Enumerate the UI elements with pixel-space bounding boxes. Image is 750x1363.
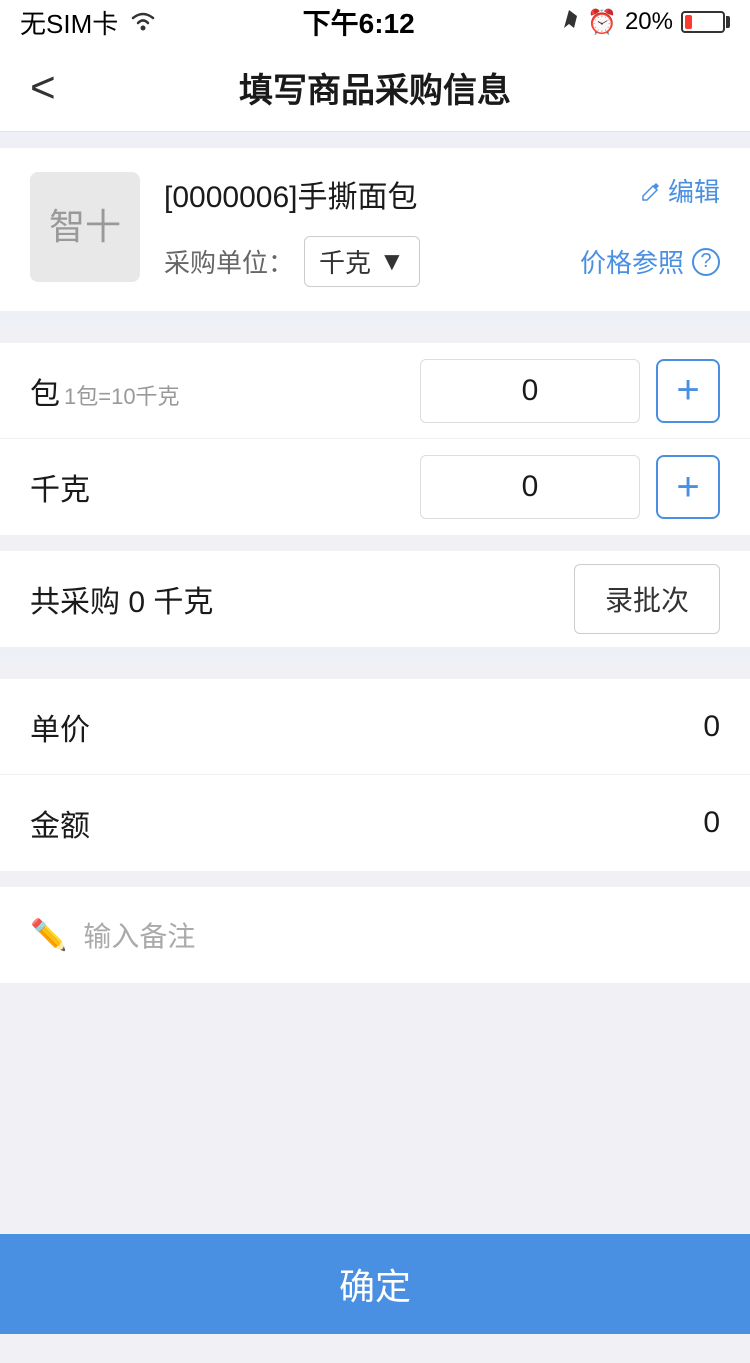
status-left: 无SIM卡 (20, 4, 158, 41)
wifi-icon (128, 7, 158, 38)
kg-label: 千克 (30, 465, 110, 509)
price-section: 单价 0 金额 0 (0, 679, 750, 871)
batch-button[interactable]: 录批次 (574, 564, 720, 634)
unit-row: 采购单位： 千克 ▼ 价格参照 ? (164, 236, 720, 287)
nav-bar: < 填写商品采购信息 (0, 44, 750, 132)
back-button[interactable]: < (30, 66, 56, 110)
carrier-text: 无SIM卡 (20, 4, 118, 41)
kg-plus-button[interactable]: + (656, 455, 720, 519)
package-sublabel: 1包=10千克 (64, 384, 180, 409)
page-title: 填写商品采购信息 (239, 63, 511, 112)
battery-percent: 20% (625, 8, 673, 36)
product-name: [0000006]手撕面包 (164, 172, 640, 216)
notes-placeholder: 输入备注 (83, 915, 195, 955)
help-icon: ? (692, 248, 720, 276)
quantity-input-section: 包1包=10千克 0 + 千克 0 + (0, 343, 750, 535)
edit-label: 编辑 (668, 172, 720, 209)
product-card: 智十 [0000006]手撕面包 编辑 采购单位： 千克 ▼ (0, 148, 750, 311)
summary-row: 共采购 0 千克 录批次 (0, 551, 750, 647)
unit-price-row: 单价 0 (0, 679, 750, 775)
package-input-wrapper: 0 + (200, 359, 720, 423)
battery-icon (681, 11, 730, 33)
package-plus-button[interactable]: + (656, 359, 720, 423)
mid-divider-1 (0, 311, 750, 327)
location-icon (559, 8, 579, 37)
product-image: 智十 (30, 172, 140, 282)
total-quantity-text: 共采购 0 千克 (30, 577, 213, 621)
unit-price-label: 单价 (30, 705, 90, 749)
kg-input-row: 千克 0 + (0, 439, 750, 535)
package-label: 包1包=10千克 (30, 369, 180, 413)
kg-input-wrapper: 0 + (130, 455, 720, 519)
price-reference-button[interactable]: 价格参照 ? (580, 243, 720, 280)
bottom-spacer (0, 983, 750, 1263)
summary-section: 共采购 0 千克 录批次 (0, 551, 750, 647)
unit-price-value: 0 (703, 710, 720, 744)
edit-button[interactable]: 编辑 (640, 172, 720, 209)
status-right: ⏰ 20% (559, 8, 730, 37)
unit-label: 采购单位： (164, 243, 294, 280)
mid-divider-2 (0, 647, 750, 663)
unit-select[interactable]: 千克 ▼ (304, 236, 420, 287)
confirm-button[interactable]: 确定 (0, 1234, 750, 1334)
amount-label: 金额 (30, 801, 90, 845)
product-name-row: [0000006]手撕面包 编辑 (164, 172, 720, 216)
amount-value: 0 (703, 806, 720, 840)
status-time: 下午6:12 (303, 2, 415, 42)
product-image-placeholder: 智十 (49, 205, 121, 248)
package-input-row: 包1包=10千克 0 + (0, 343, 750, 439)
notes-section[interactable]: ✏️ 输入备注 (0, 887, 750, 983)
edit-icon (640, 180, 662, 202)
unit-value: 千克 (319, 243, 371, 280)
dropdown-arrow-icon: ▼ (379, 246, 405, 277)
confirm-label: 确定 (339, 1258, 411, 1310)
product-info: [0000006]手撕面包 编辑 采购单位： 千克 ▼ (164, 172, 720, 287)
amount-row: 金额 0 (0, 775, 750, 871)
alarm-icon: ⏰ (587, 8, 617, 37)
pencil-icon: ✏️ (30, 918, 67, 953)
top-divider (0, 132, 750, 148)
price-ref-label: 价格参照 (580, 243, 684, 280)
package-input[interactable]: 0 (420, 359, 640, 423)
kg-input[interactable]: 0 (420, 455, 640, 519)
status-bar: 无SIM卡 下午6:12 ⏰ 20% (0, 0, 750, 44)
